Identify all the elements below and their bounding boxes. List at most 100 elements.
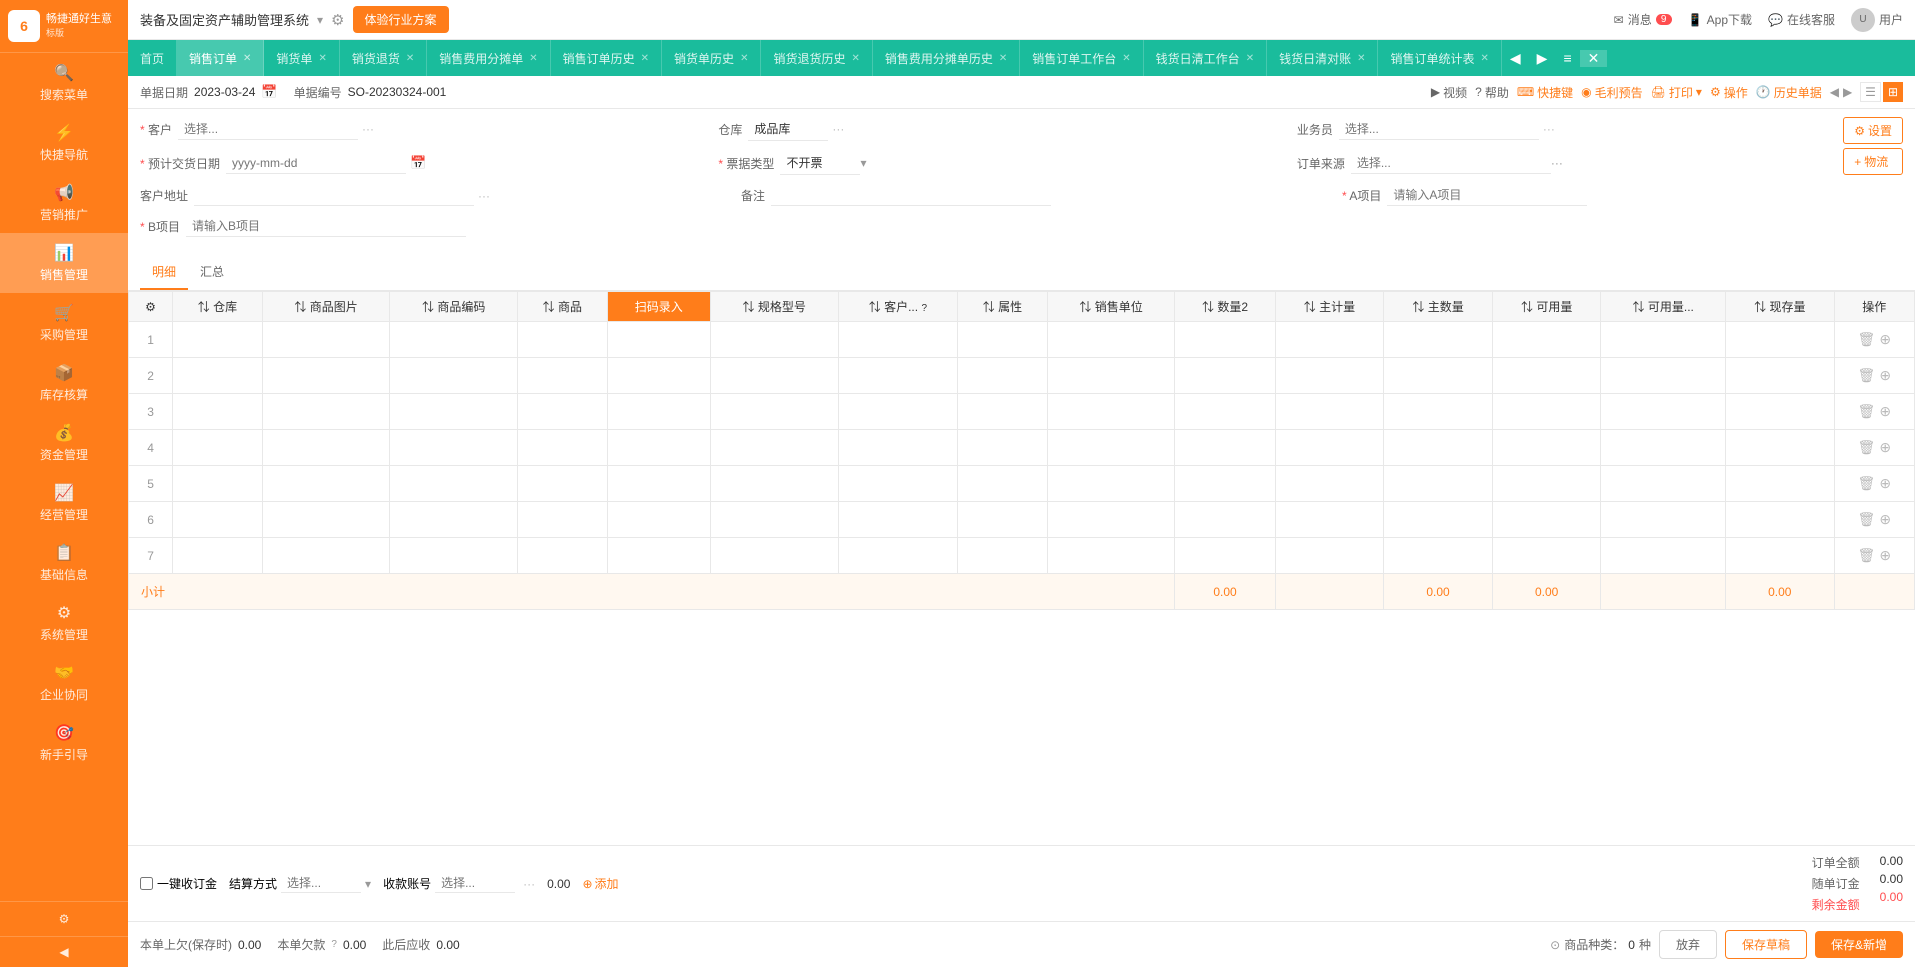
sidebar-item-system[interactable]: ⚙ 系统管理 bbox=[0, 593, 128, 653]
save-new-button[interactable]: 保存&新增 bbox=[1815, 931, 1903, 958]
tab-sales-stats[interactable]: 销售订单统计表 ✕ bbox=[1378, 40, 1501, 76]
delivery-date-input[interactable] bbox=[226, 153, 406, 174]
customer-input[interactable] bbox=[178, 119, 358, 140]
discard-button[interactable]: 放弃 bbox=[1659, 930, 1717, 959]
salesperson-expand-icon[interactable]: ··· bbox=[1543, 122, 1555, 136]
tab-sales-return[interactable]: 销货退货 ✕ bbox=[340, 40, 427, 76]
cell-customer-code-2[interactable] bbox=[838, 358, 958, 394]
delete-row-3-icon[interactable]: 🗑 bbox=[1858, 403, 1876, 420]
delete-row-1-icon[interactable]: 🗑 bbox=[1858, 331, 1876, 348]
tab-next-button[interactable]: ▶ bbox=[1529, 50, 1556, 67]
cell-product-1[interactable] bbox=[518, 322, 608, 358]
one-click-checkbox-label[interactable]: 一键收订金 bbox=[140, 875, 217, 892]
tab-close-icon[interactable]: ✕ bbox=[243, 53, 251, 64]
print-button[interactable]: 🖨 打印 ▾ bbox=[1651, 84, 1702, 101]
warehouse-value[interactable]: 成品库 bbox=[748, 117, 828, 141]
copy-row-6-icon[interactable]: ⊕ bbox=[1879, 511, 1891, 528]
cell-avail2-2[interactable] bbox=[1601, 358, 1726, 394]
tab-detail[interactable]: 明细 bbox=[140, 255, 188, 290]
cell-attr-1[interactable] bbox=[958, 322, 1048, 358]
col-available2[interactable]: ⇅ 可用量... bbox=[1601, 292, 1726, 322]
cell-attr-2[interactable] bbox=[958, 358, 1048, 394]
cell-stock-2[interactable] bbox=[1725, 358, 1834, 394]
help-button[interactable]: ? 帮助 bbox=[1475, 84, 1509, 101]
sidebar-item-operations[interactable]: 📈 经营管理 bbox=[0, 473, 128, 533]
cell-qty2-1[interactable] bbox=[1175, 322, 1275, 358]
invoice-value[interactable]: 不开票 bbox=[780, 151, 860, 175]
tab-summary[interactable]: 汇总 bbox=[188, 255, 236, 290]
col-product-code[interactable]: ⇅ 商品编码 bbox=[390, 292, 518, 322]
sidebar-item-marketing[interactable]: 📢 营销推广 bbox=[0, 173, 128, 233]
col-spec[interactable]: ⇅ 规格型号 bbox=[710, 292, 838, 322]
cell-stock-1[interactable] bbox=[1725, 322, 1834, 358]
col-main-unit[interactable]: ⇅ 主计量 bbox=[1275, 292, 1384, 322]
sidebar-item-guide[interactable]: 🎯 新手引导 bbox=[0, 713, 128, 773]
one-click-checkbox[interactable] bbox=[140, 877, 153, 890]
settlement-dropdown-icon[interactable]: ▾ bbox=[365, 877, 371, 891]
copy-row-4-icon[interactable]: ⊕ bbox=[1879, 439, 1891, 456]
delivery-calendar-icon[interactable]: 📅 bbox=[410, 155, 426, 171]
tab-close-icon[interactable]: ✕ bbox=[406, 53, 414, 64]
cell-code-1[interactable] bbox=[390, 322, 518, 358]
cell-code-2[interactable] bbox=[390, 358, 518, 394]
settings-gear-icon[interactable]: ⚙ bbox=[331, 11, 344, 29]
cell-product-2[interactable] bbox=[518, 358, 608, 394]
delete-row-6-icon[interactable]: 🗑 bbox=[1858, 511, 1876, 528]
tab-close-icon[interactable]: ✕ bbox=[851, 53, 859, 64]
order-source-input[interactable] bbox=[1351, 153, 1551, 174]
cell-scan-1[interactable] bbox=[607, 322, 710, 358]
tab-close-icon[interactable]: ✕ bbox=[1122, 53, 1130, 64]
cell-image-1[interactable] bbox=[262, 322, 390, 358]
copy-row-1-icon[interactable]: ⊕ bbox=[1879, 331, 1891, 348]
grid-view-icon[interactable]: ⊞ bbox=[1883, 82, 1903, 102]
cell-scan-2[interactable] bbox=[607, 358, 710, 394]
sidebar-settings[interactable]: ⚙ bbox=[0, 901, 128, 936]
col-quantity2[interactable]: ⇅ 数量2 bbox=[1175, 292, 1275, 322]
delete-row-4-icon[interactable]: 🗑 bbox=[1858, 439, 1876, 456]
a-project-input[interactable] bbox=[1387, 185, 1587, 206]
col-settings[interactable]: ⚙ bbox=[129, 292, 173, 322]
user-avatar[interactable]: U 用户 bbox=[1851, 8, 1903, 32]
tab-fee-history[interactable]: 销售费用分摊单历史 ✕ bbox=[873, 40, 1020, 76]
col-warehouse[interactable]: ⇅ 仓库 bbox=[173, 292, 263, 322]
col-product-image[interactable]: ⇅ 商品图片 bbox=[262, 292, 390, 322]
account-expand-icon[interactable]: ··· bbox=[523, 877, 535, 891]
sidebar-item-search[interactable]: 🔍 搜索菜单 bbox=[0, 53, 128, 113]
tab-return-history[interactable]: 销货退货历史 ✕ bbox=[761, 40, 872, 76]
col-product[interactable]: ⇅ 商品 bbox=[518, 292, 608, 322]
delete-row-2-icon[interactable]: 🗑 bbox=[1858, 367, 1876, 384]
cell-unit-2[interactable] bbox=[1047, 358, 1175, 394]
col-current-stock[interactable]: ⇅ 现存量 bbox=[1725, 292, 1834, 322]
tab-close-icon[interactable]: ✕ bbox=[318, 53, 326, 64]
copy-row-5-icon[interactable]: ⊕ bbox=[1879, 475, 1891, 492]
col-sales-unit[interactable]: ⇅ 销售单位 bbox=[1047, 292, 1175, 322]
tab-menu-button[interactable]: ≡ bbox=[1555, 50, 1579, 66]
tab-sales-fee[interactable]: 销售费用分摊单 ✕ bbox=[427, 40, 550, 76]
cell-customer-code-1[interactable] bbox=[838, 322, 958, 358]
cell-main-qty-1[interactable] bbox=[1384, 322, 1493, 358]
delete-row-5-icon[interactable]: 🗑 bbox=[1858, 475, 1876, 492]
calendar-icon[interactable]: 📅 bbox=[261, 84, 277, 100]
settings-quick-button[interactable]: ⚙ 设置 bbox=[1843, 117, 1903, 144]
copy-row-3-icon[interactable]: ⊕ bbox=[1879, 403, 1891, 420]
col-main-quantity[interactable]: ⇅ 主数量 bbox=[1384, 292, 1493, 322]
next-record-icon[interactable]: ▶ bbox=[1843, 85, 1852, 99]
address-input[interactable] bbox=[194, 185, 474, 206]
sidebar-item-collab[interactable]: 🤝 企业协同 bbox=[0, 653, 128, 713]
cell-spec-2[interactable] bbox=[710, 358, 838, 394]
message-button[interactable]: ✉ 消息 9 bbox=[1614, 11, 1672, 28]
solution-button[interactable]: 体验行业方案 bbox=[353, 6, 449, 33]
view-video-button[interactable]: ▶ 视频 bbox=[1431, 84, 1467, 101]
cell-image-2[interactable] bbox=[262, 358, 390, 394]
col-scan[interactable]: 扫码录入 bbox=[607, 292, 710, 322]
order-source-dropdown-icon[interactable]: ··· bbox=[1551, 156, 1563, 170]
b-project-input[interactable] bbox=[186, 216, 466, 237]
add-payment-button[interactable]: ⊕ 添加 bbox=[582, 875, 618, 892]
remark-input[interactable] bbox=[771, 185, 1051, 206]
sidebar-item-purchase[interactable]: 🛒 采购管理 bbox=[0, 293, 128, 353]
cell-avail-2[interactable] bbox=[1492, 358, 1601, 394]
prev-record-icon[interactable]: ◀ bbox=[1830, 85, 1839, 99]
invoice-dropdown-icon[interactable]: ▾ bbox=[860, 156, 866, 170]
tab-close-all-button[interactable]: ✕ bbox=[1580, 50, 1608, 67]
tab-cash-reconcile[interactable]: 钱货日清对账 ✕ bbox=[1267, 40, 1378, 76]
